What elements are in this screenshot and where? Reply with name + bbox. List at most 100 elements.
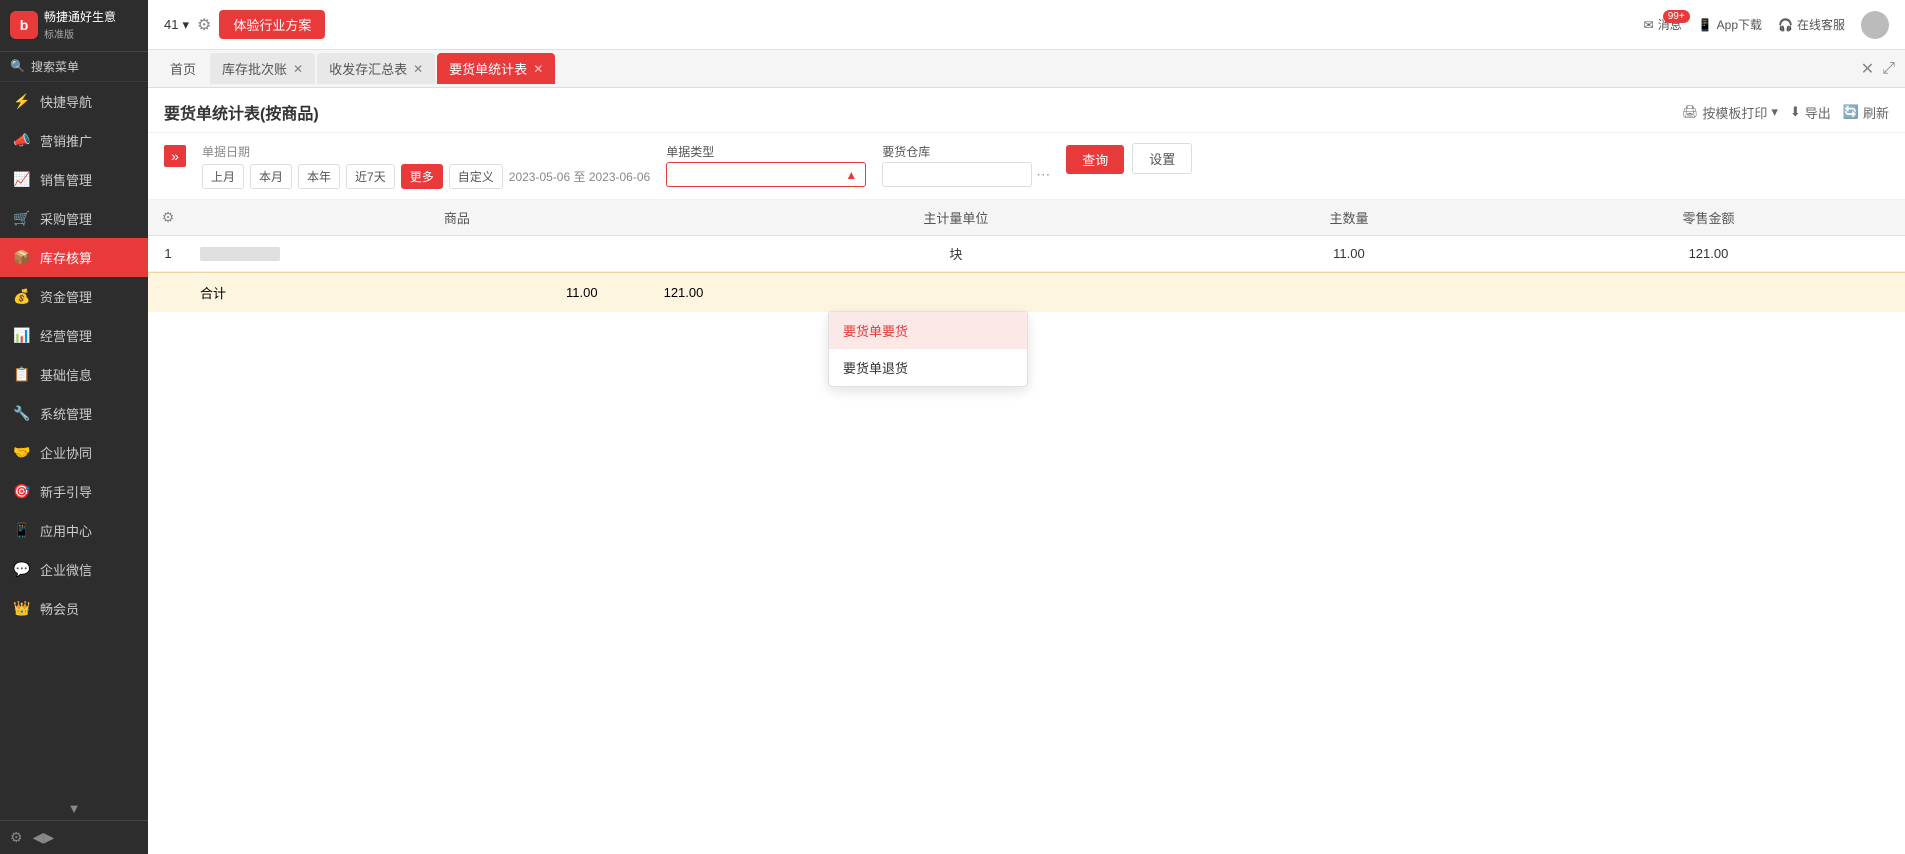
tab-summary-label: 收发存汇总表 xyxy=(329,59,407,78)
sidebar-item-system[interactable]: 🔧 系统管理 xyxy=(0,394,148,433)
row-num: 1 xyxy=(148,236,188,272)
dropdown-item-label: 要货单要货 xyxy=(843,324,908,339)
filter-toggle-btn[interactable]: » xyxy=(164,145,186,167)
messages-btn[interactable]: ✉ 消息 99+ xyxy=(1644,16,1682,33)
tab-stock-batch[interactable]: 库存批次账 ✕ xyxy=(210,53,315,84)
sidebar-item-label: 快捷导航 xyxy=(40,92,92,111)
sidebar-item-vip[interactable]: 👑 畅会员 xyxy=(0,589,148,628)
sidebar-item-label: 应用中心 xyxy=(40,521,92,540)
sidebar-item-quick-nav[interactable]: ⚡ 快捷导航 xyxy=(0,82,148,121)
app-download-btn[interactable]: 📱 App下载 xyxy=(1698,16,1762,33)
data-table: ⚙ 商品 主计量单位 主数量 零售金额 1 xyxy=(148,200,1905,272)
expand-icon[interactable]: ⤢ xyxy=(1882,60,1895,78)
sidebar-item-label: 企业微信 xyxy=(40,560,92,579)
date-btn-more[interactable]: 更多 xyxy=(401,164,443,189)
search-label: 搜索菜单 xyxy=(31,58,79,75)
table-settings-icon[interactable]: ⚙ xyxy=(162,209,175,225)
settings-icon[interactable]: ⚙ xyxy=(10,829,23,846)
table-header-row: ⚙ 商品 主计量单位 主数量 零售金额 xyxy=(148,200,1905,236)
sidebar-item-app-center[interactable]: 📱 应用中心 xyxy=(0,511,148,550)
sidebar-item-label: 畅会员 xyxy=(40,599,79,618)
sidebar-item-finance[interactable]: 💰 资金管理 xyxy=(0,277,148,316)
th-product: 商品 xyxy=(188,200,726,236)
type-dropdown: 要货单要货 要货单退货 xyxy=(828,311,1028,387)
tab-order-stats[interactable]: 要货单统计表 ✕ xyxy=(437,53,555,84)
dropdown-item-order-goods[interactable]: 要货单要货 xyxy=(829,312,1027,349)
export-label: 导出 xyxy=(1805,103,1831,122)
warehouse-dots-icon[interactable]: ⋯ xyxy=(1036,166,1050,183)
th-amount: 零售金额 xyxy=(1512,200,1905,236)
sidebar-item-marketing[interactable]: 📣 营销推广 xyxy=(0,121,148,160)
sidebar-item-purchase[interactable]: 🛒 采购管理 xyxy=(0,199,148,238)
trial-btn[interactable]: 体验行业方案 xyxy=(219,10,325,39)
sidebar-item-enterprise[interactable]: 🤝 企业协同 xyxy=(0,433,148,472)
refresh-btn[interactable]: 🔄 刷新 xyxy=(1843,103,1889,122)
tab-summary-close[interactable]: ✕ xyxy=(413,62,423,76)
type-select[interactable]: ▲ xyxy=(666,162,866,187)
sidebar-item-label: 营销推广 xyxy=(40,131,92,150)
sidebar-item-label: 库存核算 xyxy=(40,248,92,267)
print-icon: 🖨 xyxy=(1682,104,1699,120)
totals-amount: 121.00 xyxy=(664,285,704,300)
sidebar: b 畅捷通好生意 标准版 🔍 搜索菜单 ⚡ 快捷导航 📣 营销推广 📈 销售管理… xyxy=(0,0,148,854)
tab-summary[interactable]: 收发存汇总表 ✕ xyxy=(317,53,435,84)
date-filter-row: 上月 本月 本年 近7天 更多 自定义 2023-05-06 至 2023-06… xyxy=(202,164,650,189)
sidebar-item-label: 企业协同 xyxy=(40,443,92,462)
sidebar-item-label: 销售管理 xyxy=(40,170,92,189)
settings-filter-btn[interactable]: 设置 xyxy=(1132,143,1192,174)
refresh-icon: 🔄 xyxy=(1843,104,1859,120)
sidebar-item-wechat[interactable]: 💬 企业微信 xyxy=(0,550,148,589)
sidebar-scroll-down[interactable]: ▼ xyxy=(0,797,148,820)
print-btn[interactable]: 🖨 按模板打印 ▾ xyxy=(1682,103,1778,122)
collapse-icon[interactable]: ◀▶ xyxy=(33,829,55,846)
date-btn-last-month[interactable]: 上月 xyxy=(202,164,244,189)
totals-quantity: 11.00 xyxy=(566,285,598,300)
enterprise-icon: 🤝 xyxy=(12,444,32,461)
totals-label: 合计 xyxy=(200,283,226,302)
page-content: 要货单统计表(按商品) 🖨 按模板打印 ▾ ⬇ 导出 🔄 刷新 » xyxy=(148,88,1905,854)
topbar-settings-icon[interactable]: ⚙ xyxy=(197,15,211,35)
export-btn[interactable]: ⬇ 导出 xyxy=(1790,103,1831,122)
guide-icon: 🎯 xyxy=(12,483,32,500)
company-name: 41 xyxy=(164,17,178,32)
tab-stock-batch-close[interactable]: ✕ xyxy=(293,62,303,76)
type-filter-label: 单据类型 xyxy=(666,143,866,160)
th-unit: 主计量单位 xyxy=(726,200,1186,236)
brand-sub: 标准版 xyxy=(44,26,116,41)
sidebar-bottom: ⚙ ◀▶ xyxy=(0,820,148,854)
print-chevron-icon: ▾ xyxy=(1771,104,1778,120)
sidebar-logo: b 畅捷通好生意 标准版 xyxy=(0,0,148,52)
company-selector[interactable]: 41 ▾ xyxy=(164,17,189,33)
sidebar-search[interactable]: 🔍 搜索菜单 xyxy=(0,52,148,82)
page-header-actions: 🖨 按模板打印 ▾ ⬇ 导出 🔄 刷新 xyxy=(1682,103,1889,122)
tab-home[interactable]: 首页 xyxy=(158,53,208,84)
sidebar-item-sales[interactable]: 📈 销售管理 xyxy=(0,160,148,199)
date-btn-last-7[interactable]: 近7天 xyxy=(346,164,395,189)
operations-icon: 📊 xyxy=(12,327,32,344)
main-area: 41 ▾ ⚙ 体验行业方案 ✉ 消息 99+ 📱 App下载 🎧 在线客服 xyxy=(148,0,1905,854)
date-range-display: 2023-05-06 至 2023-06-06 xyxy=(509,168,650,185)
finance-icon: 💰 xyxy=(12,288,32,305)
sidebar-item-inventory[interactable]: 📦 库存核算 xyxy=(0,238,148,277)
type-filter-group: 单据类型 ▲ xyxy=(666,143,866,187)
sidebar-item-label: 采购管理 xyxy=(40,209,92,228)
query-btn[interactable]: 查询 xyxy=(1066,145,1124,174)
product-placeholder xyxy=(200,247,280,261)
sidebar-item-guide[interactable]: 🎯 新手引导 xyxy=(0,472,148,511)
user-avatar[interactable] xyxy=(1861,11,1889,39)
warehouse-select[interactable] xyxy=(882,162,1032,187)
tab-order-stats-close[interactable]: ✕ xyxy=(533,62,543,76)
online-service-btn[interactable]: 🎧 在线客服 xyxy=(1778,16,1845,33)
tabs-bar: 首页 库存批次账 ✕ 收发存汇总表 ✕ 要货单统计表 ✕ ✕ ⤢ xyxy=(148,50,1905,88)
app-download-label: App下载 xyxy=(1717,16,1762,33)
sidebar-item-operations[interactable]: 📊 经营管理 xyxy=(0,316,148,355)
date-btn-this-year[interactable]: 本年 xyxy=(298,164,340,189)
app-logo-icon: b xyxy=(10,11,38,39)
tab-stock-batch-label: 库存批次账 xyxy=(222,59,287,78)
refresh-label: 刷新 xyxy=(1863,103,1889,122)
date-btn-custom[interactable]: 自定义 xyxy=(449,164,503,189)
dropdown-item-order-return[interactable]: 要货单退货 xyxy=(829,349,1027,386)
date-btn-this-month[interactable]: 本月 xyxy=(250,164,292,189)
close-all-tabs-icon[interactable]: ✕ xyxy=(1861,59,1874,79)
sidebar-item-base-info[interactable]: 📋 基础信息 xyxy=(0,355,148,394)
